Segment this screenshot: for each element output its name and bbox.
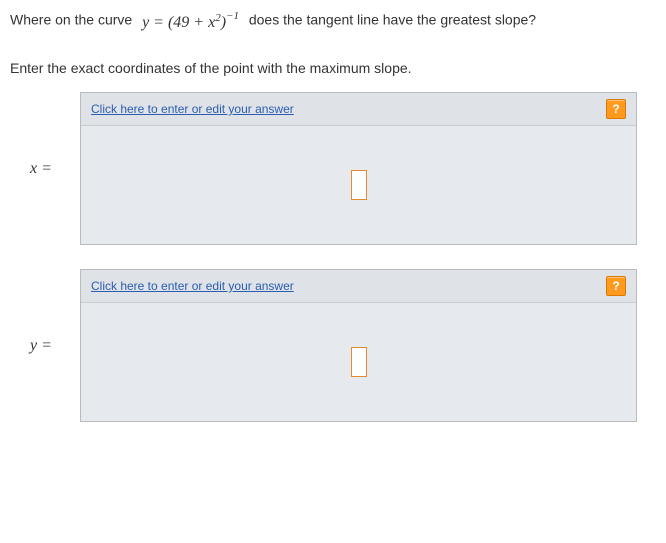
help-icon[interactable]: ? — [606, 99, 626, 119]
answer-header-y: Click here to enter or edit your answer … — [81, 270, 636, 303]
instruction-text: Enter the exact coordinates of the point… — [10, 60, 656, 76]
answer-block-y: Click here to enter or edit your answer … — [80, 269, 637, 422]
answer-input-y[interactable] — [351, 347, 367, 377]
question-equation: y = (49 + x2)−1 — [142, 10, 239, 32]
edit-answer-link-x[interactable]: Click here to enter or edit your answer — [91, 102, 294, 116]
var-label-x: x = — [10, 160, 80, 178]
answer-input-x[interactable] — [351, 170, 367, 200]
var-label-y: y = — [10, 337, 80, 355]
answer-body-y — [81, 303, 636, 421]
question-suffix: does the tangent line have the greatest … — [249, 12, 536, 28]
question-prefix: Where on the curve — [10, 12, 132, 28]
answer-block-x: Click here to enter or edit your answer … — [80, 92, 637, 245]
answer-row-y: y = Click here to enter or edit your ans… — [10, 269, 656, 422]
answer-row-x: x = Click here to enter or edit your ans… — [10, 92, 656, 245]
answer-header-x: Click here to enter or edit your answer … — [81, 93, 636, 126]
answer-body-x — [81, 126, 636, 244]
question-text: Where on the curve y = (49 + x2)−1 does … — [10, 10, 656, 32]
help-icon[interactable]: ? — [606, 276, 626, 296]
edit-answer-link-y[interactable]: Click here to enter or edit your answer — [91, 279, 294, 293]
